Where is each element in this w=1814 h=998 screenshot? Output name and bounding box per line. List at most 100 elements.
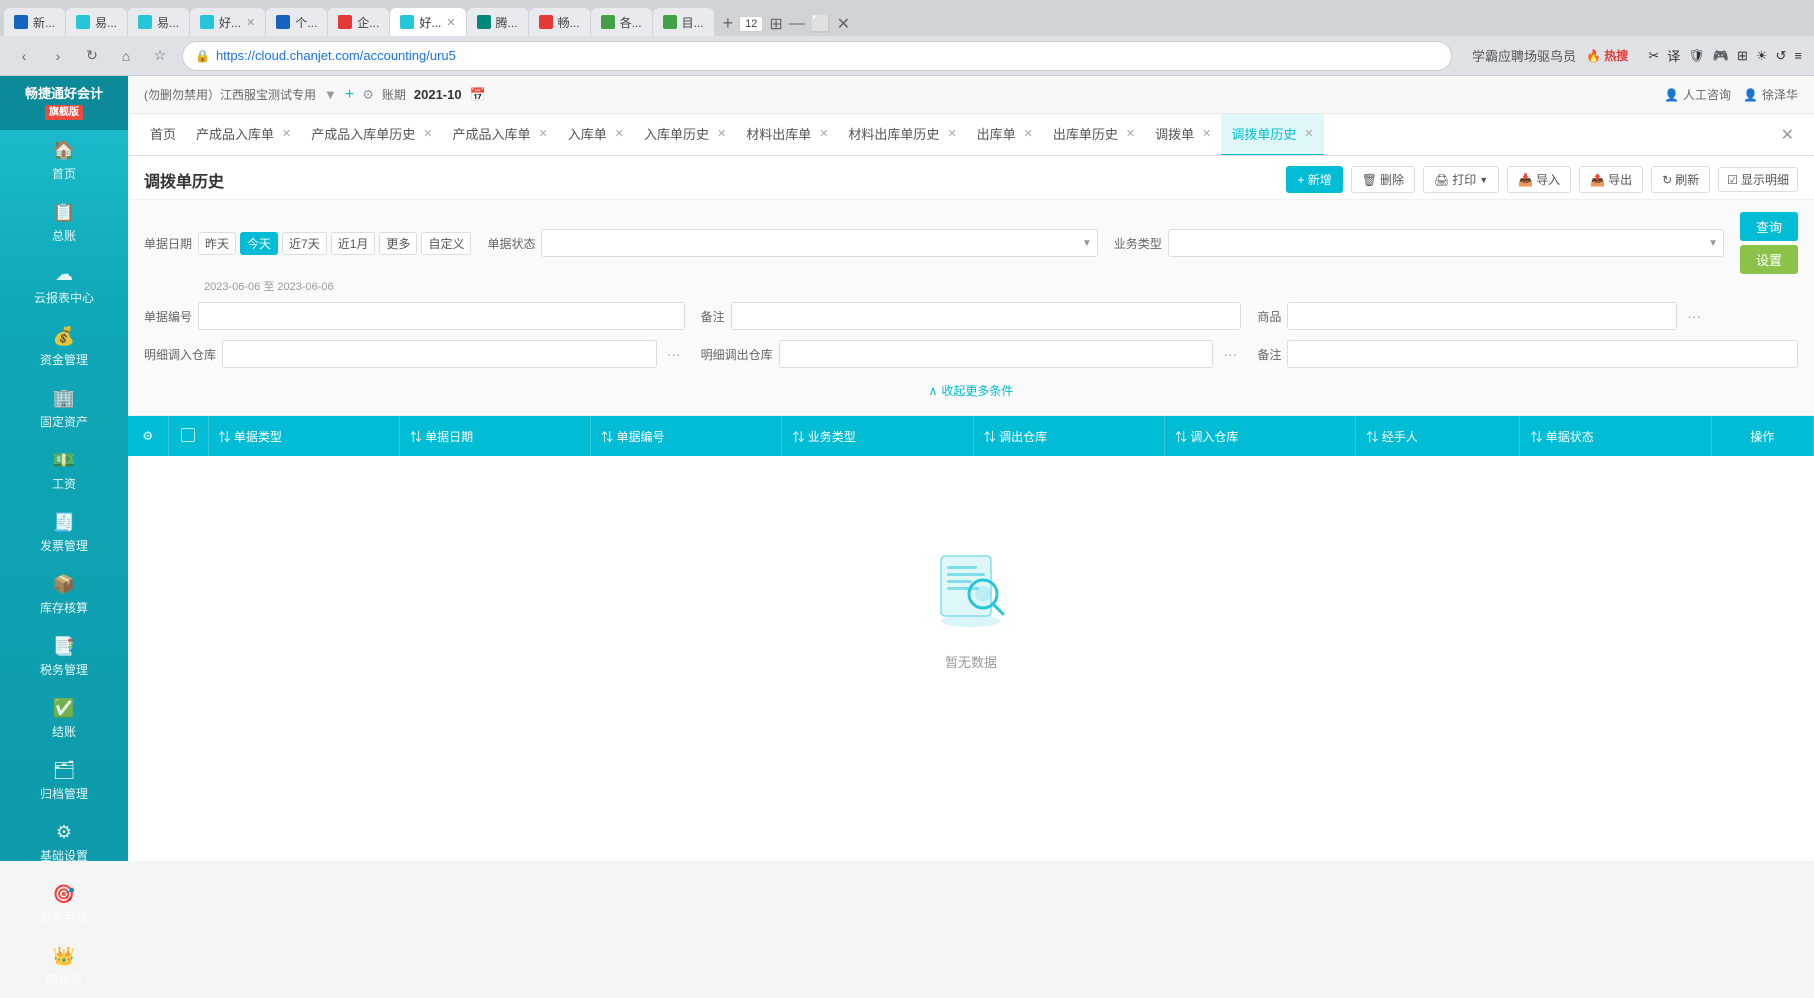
nav-tab-5[interactable]: 入库单历史 ✕ xyxy=(634,114,736,156)
sidebar-item-invoice[interactable]: 🧾 发票管理 xyxy=(0,502,128,564)
date-btn-7days[interactable]: 近7天 xyxy=(282,232,327,255)
sidebar-item-assets[interactable]: 🏢 固定资产 xyxy=(0,378,128,440)
sidebar-item-inventory[interactable]: 📦 库存核算 xyxy=(0,564,128,626)
calendar-icon[interactable]: 📅 xyxy=(470,87,486,103)
th-doc-no[interactable]: ⇅ 单据编号 xyxy=(591,416,782,456)
nav-tab-2[interactable]: 产成品入库单历史 ✕ xyxy=(301,114,442,156)
browser-tab-3[interactable]: 易... xyxy=(128,8,189,36)
nav-tab-1[interactable]: 产成品入库单 ✕ xyxy=(186,114,301,156)
th-in-warehouse[interactable]: ⇅ 调入仓库 xyxy=(1165,416,1356,456)
refresh-button[interactable]: ↻ 刷新 xyxy=(1651,166,1710,193)
bookmark-button[interactable]: ☆ xyxy=(148,44,172,68)
biz-type-select[interactable] xyxy=(1168,229,1724,257)
sidebar-item-settings[interactable]: ⚙ 基础设置 xyxy=(0,812,128,874)
tab-close-4[interactable]: ✕ xyxy=(246,16,255,29)
detail-out-input[interactable] xyxy=(779,340,1214,368)
nav-tab-11-close[interactable]: ✕ xyxy=(1304,127,1313,140)
sidebar-item-guide[interactable]: 🎯 新手引导 xyxy=(0,874,128,936)
browser-tab-10[interactable]: 各... xyxy=(591,8,652,36)
detail-remark-input[interactable] xyxy=(1287,340,1798,368)
print-button[interactable]: 🖨 打印 ▼ xyxy=(1423,166,1499,193)
nav-tab-9-close[interactable]: ✕ xyxy=(1126,127,1135,140)
sidebar-item-salary[interactable]: 💵 工资 xyxy=(0,440,128,502)
close-all-tabs-button[interactable]: ✕ xyxy=(1773,125,1802,145)
select-all-checkbox[interactable] xyxy=(181,428,195,442)
close-window-button[interactable]: ✕ xyxy=(837,14,850,34)
th-status[interactable]: ⇅ 单据状态 xyxy=(1520,416,1711,456)
sidebar-item-archive[interactable]: 🗂 归档管理 xyxy=(0,750,128,812)
gear-small-icon[interactable]: ⚙ xyxy=(362,87,374,103)
back-button[interactable]: ‹ xyxy=(12,44,36,68)
home-button[interactable]: ⌂ xyxy=(114,44,138,68)
browser-tab-7[interactable]: 好... ✕ xyxy=(390,8,465,36)
nav-tab-6-close[interactable]: ✕ xyxy=(819,127,828,140)
sidebar-item-reports[interactable]: ☁ 云报表中心 xyxy=(0,254,128,316)
add-company-button[interactable]: + xyxy=(345,86,354,104)
nav-tab-5-close[interactable]: ✕ xyxy=(717,127,726,140)
delete-button[interactable]: 🗑 删除 xyxy=(1351,166,1415,193)
date-btn-today[interactable]: 今天 xyxy=(240,232,278,255)
detail-in-input[interactable] xyxy=(222,340,657,368)
sidebar-item-member[interactable]: 👑 畅会员 xyxy=(0,936,128,998)
date-btn-custom[interactable]: 自定义 xyxy=(421,232,471,255)
nav-tab-10-close[interactable]: ✕ xyxy=(1202,127,1211,140)
filter-settings-button[interactable]: 设置 xyxy=(1740,245,1798,274)
tab-list-button[interactable]: ⊞ xyxy=(769,14,782,34)
nav-tab-8[interactable]: 出库单 ✕ xyxy=(967,114,1043,156)
date-btn-yesterday[interactable]: 昨天 xyxy=(198,232,236,255)
nav-tab-7-close[interactable]: ✕ xyxy=(947,127,956,140)
import-button[interactable]: 📥 导入 xyxy=(1507,166,1571,193)
goods-input[interactable] xyxy=(1287,302,1677,330)
nav-tab-3[interactable]: 产成品入库单 ✕ xyxy=(442,114,557,156)
browser-tab-4[interactable]: 好... ✕ xyxy=(190,8,265,36)
nav-tab-2-close[interactable]: ✕ xyxy=(423,127,432,140)
browser-tab-11[interactable]: 目... xyxy=(653,8,714,36)
refresh-browser-button[interactable]: ↻ xyxy=(80,44,104,68)
new-button[interactable]: + 新增 xyxy=(1286,166,1342,193)
nav-tab-1-close[interactable]: ✕ xyxy=(282,127,291,140)
collapse-filter-button[interactable]: ∧ 收起更多条件 xyxy=(144,378,1798,403)
remark-input[interactable] xyxy=(731,302,1242,330)
browser-tab-6[interactable]: 企... xyxy=(328,8,389,36)
dropdown-arrow-icon[interactable]: ▼ xyxy=(324,87,337,102)
nav-tab-8-close[interactable]: ✕ xyxy=(1024,127,1033,140)
sidebar-item-home[interactable]: 🏠 首页 xyxy=(0,130,128,192)
tab-close-7[interactable]: ✕ xyxy=(446,16,455,29)
export-button[interactable]: 📤 导出 xyxy=(1579,166,1643,193)
browser-tab-1[interactable]: 新... xyxy=(4,8,65,36)
nav-tab-7[interactable]: 材料出库单历史 ✕ xyxy=(838,114,966,156)
th-out-warehouse[interactable]: ⇅ 调出仓库 xyxy=(973,416,1164,456)
url-bar[interactable]: 🔒 https://cloud.chanjet.com/accounting/u… xyxy=(182,41,1452,71)
detail-in-more-button[interactable]: ··· xyxy=(663,346,685,362)
sidebar-item-tax[interactable]: 📑 税务管理 xyxy=(0,626,128,688)
query-button[interactable]: 查询 xyxy=(1740,212,1798,241)
minimize-button[interactable]: — xyxy=(789,15,805,33)
forward-button[interactable]: › xyxy=(46,44,70,68)
status-select[interactable] xyxy=(541,229,1097,257)
date-btn-1month[interactable]: 近1月 xyxy=(331,232,376,255)
browser-tab-5[interactable]: 个... xyxy=(266,8,327,36)
th-doc-type[interactable]: ⇅ 单据类型 xyxy=(208,416,399,456)
browser-tab-8[interactable]: 腾... xyxy=(467,8,528,36)
th-checkbox[interactable] xyxy=(168,416,208,456)
sidebar-item-funds[interactable]: 💰 资金管理 xyxy=(0,316,128,378)
restore-button[interactable]: ⬜ xyxy=(811,14,831,34)
nav-tab-3-close[interactable]: ✕ xyxy=(539,127,548,140)
nav-tab-9[interactable]: 出库单历史 ✕ xyxy=(1043,114,1145,156)
browser-tab-9[interactable]: 畅... xyxy=(529,8,590,36)
goods-more-button[interactable]: ··· xyxy=(1683,308,1705,324)
display-cols-button[interactable]: ☑ 显示明细 xyxy=(1718,167,1798,192)
user-button[interactable]: 👤 徐泽华 xyxy=(1743,86,1798,103)
nav-tab-4-close[interactable]: ✕ xyxy=(615,127,624,140)
th-gear[interactable]: ⚙ xyxy=(128,416,168,456)
service-button[interactable]: 👤 人工咨询 xyxy=(1664,86,1731,103)
sidebar-item-close[interactable]: ✅ 结账 xyxy=(0,688,128,750)
nav-tab-home[interactable]: 首页 xyxy=(140,114,186,156)
nav-tab-4[interactable]: 入库单 ✕ xyxy=(558,114,634,156)
detail-out-more-button[interactable]: ··· xyxy=(1219,346,1241,362)
doc-no-input[interactable] xyxy=(198,302,685,330)
date-btn-more[interactable]: 更多 xyxy=(379,232,417,255)
browser-tab-2[interactable]: 易... xyxy=(66,8,127,36)
sidebar-item-ledger[interactable]: 📋 总账 xyxy=(0,192,128,254)
nav-tab-11[interactable]: 调拨单历史 ✕ xyxy=(1221,114,1323,156)
